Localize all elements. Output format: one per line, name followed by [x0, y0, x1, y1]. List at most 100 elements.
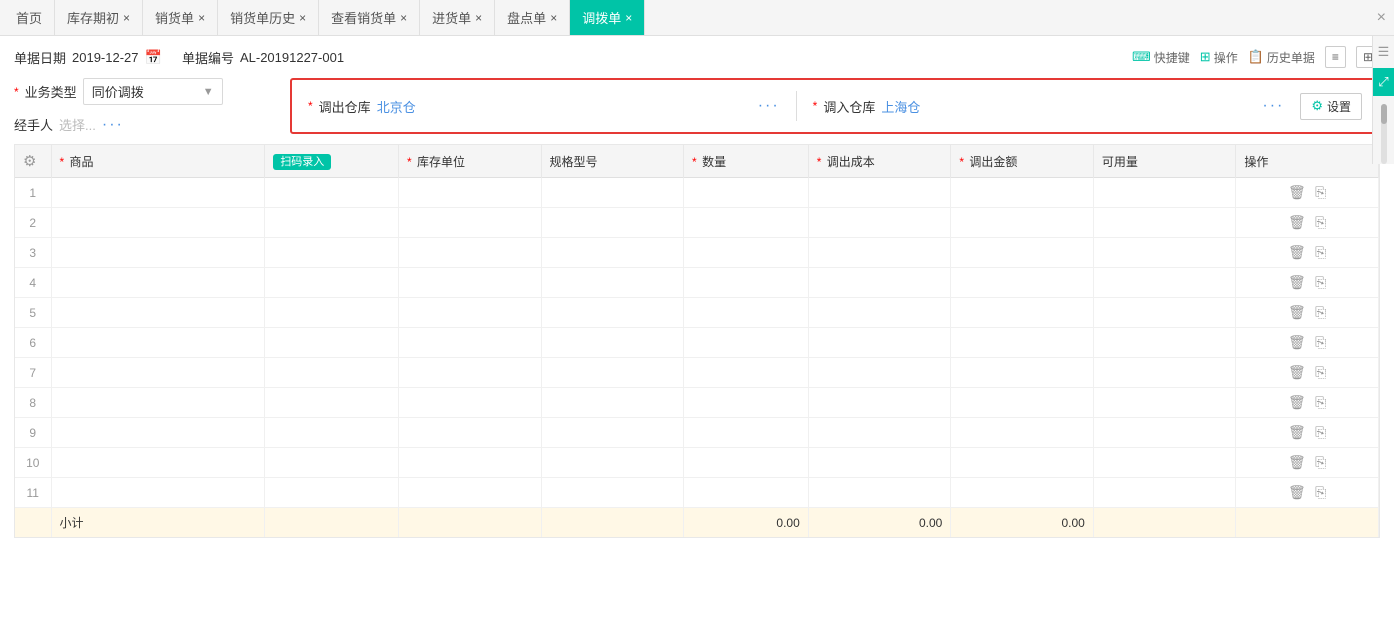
row-product-7[interactable]: [51, 358, 265, 388]
row-qty-6[interactable]: [684, 328, 809, 358]
business-type-select[interactable]: 同价调拨 ▼: [83, 78, 223, 105]
tab-inventory-close[interactable]: ×: [123, 11, 130, 25]
copy-row-btn-3[interactable]: ⎘: [1315, 244, 1326, 260]
row-product-3[interactable]: [51, 238, 265, 268]
tab-stocktake[interactable]: 盘点单 ×: [495, 0, 570, 35]
row-product-10[interactable]: [51, 448, 265, 478]
row-unit-9[interactable]: [398, 418, 541, 448]
row-cost-5[interactable]: [808, 298, 951, 328]
delete-row-btn-2[interactable]: 🗑: [1288, 214, 1306, 230]
delete-row-btn-11[interactable]: 🗑: [1288, 484, 1306, 500]
tab-inventory-init[interactable]: 库存期初 ×: [55, 0, 143, 35]
row-spec-8[interactable]: [541, 388, 684, 418]
row-product-9[interactable]: [51, 418, 265, 448]
window-close-btn[interactable]: ×: [1377, 9, 1386, 27]
row-cost-2[interactable]: [808, 208, 951, 238]
row-amount-2[interactable]: [951, 208, 1094, 238]
row-unit-3[interactable]: [398, 238, 541, 268]
copy-row-btn-6[interactable]: ⎘: [1315, 334, 1326, 350]
row-amount-11[interactable]: [951, 478, 1094, 508]
row-amount-10[interactable]: [951, 448, 1094, 478]
delete-row-btn-4[interactable]: 🗑: [1288, 274, 1306, 290]
row-product-8[interactable]: [51, 388, 265, 418]
row-spec-1[interactable]: [541, 178, 684, 208]
row-product-1[interactable]: [51, 178, 265, 208]
delete-row-btn-1[interactable]: 🗑: [1288, 184, 1306, 200]
delete-row-btn-7[interactable]: 🗑: [1288, 364, 1306, 380]
copy-row-btn-7[interactable]: ⎘: [1315, 364, 1326, 380]
row-spec-9[interactable]: [541, 418, 684, 448]
row-qty-1[interactable]: [684, 178, 809, 208]
row-cost-11[interactable]: [808, 478, 951, 508]
copy-row-btn-1[interactable]: ⎘: [1315, 184, 1326, 200]
row-qty-7[interactable]: [684, 358, 809, 388]
scan-btn[interactable]: 扫码录入: [273, 154, 331, 170]
row-cost-3[interactable]: [808, 238, 951, 268]
row-amount-3[interactable]: [951, 238, 1094, 268]
row-amount-1[interactable]: [951, 178, 1094, 208]
row-spec-6[interactable]: [541, 328, 684, 358]
row-qty-2[interactable]: [684, 208, 809, 238]
history-btn[interactable]: 📋 历史单据: [1248, 49, 1315, 66]
tab-sales-history[interactable]: 销货单历史 ×: [218, 0, 319, 35]
tab-purchase[interactable]: 进货单 ×: [420, 0, 495, 35]
row-amount-7[interactable]: [951, 358, 1094, 388]
row-unit-1[interactable]: [398, 178, 541, 208]
row-cost-9[interactable]: [808, 418, 951, 448]
delete-row-btn-3[interactable]: 🗑: [1288, 244, 1306, 260]
row-cost-1[interactable]: [808, 178, 951, 208]
row-qty-11[interactable]: [684, 478, 809, 508]
out-wh-dots-btn[interactable]: ···: [758, 97, 780, 115]
row-product-6[interactable]: [51, 328, 265, 358]
copy-row-btn-8[interactable]: ⎘: [1315, 394, 1326, 410]
copy-row-btn-2[interactable]: ⎘: [1315, 214, 1326, 230]
person-dots-btn[interactable]: ···: [102, 116, 124, 134]
delete-row-btn-6[interactable]: 🗑: [1288, 334, 1306, 350]
row-cost-8[interactable]: [808, 388, 951, 418]
row-product-11[interactable]: [51, 478, 265, 508]
copy-row-btn-9[interactable]: ⎘: [1315, 424, 1326, 440]
calendar-icon[interactable]: 📅: [145, 49, 162, 66]
row-unit-2[interactable]: [398, 208, 541, 238]
row-amount-9[interactable]: [951, 418, 1094, 448]
row-amount-6[interactable]: [951, 328, 1094, 358]
row-spec-3[interactable]: [541, 238, 684, 268]
person-placeholder[interactable]: 选择...: [59, 115, 96, 134]
delete-row-btn-9[interactable]: 🗑: [1288, 424, 1306, 440]
sidebar-expand-icon[interactable]: ⤢: [1373, 68, 1394, 96]
row-cost-7[interactable]: [808, 358, 951, 388]
tab-transfer-close[interactable]: ×: [625, 11, 632, 25]
layout-btn-1[interactable]: ≡: [1325, 46, 1346, 68]
tab-sales-close[interactable]: ×: [198, 11, 205, 25]
delete-row-btn-5[interactable]: 🗑: [1288, 304, 1306, 320]
tab-sales-order[interactable]: 销货单 ×: [143, 0, 218, 35]
scrollbar-thumb[interactable]: [1381, 104, 1387, 124]
copy-row-btn-4[interactable]: ⎘: [1315, 274, 1326, 290]
tab-view-close[interactable]: ×: [400, 11, 407, 25]
shortcut-btn[interactable]: ⌨ 快捷键: [1132, 49, 1190, 66]
tab-history-close[interactable]: ×: [299, 11, 306, 25]
tab-home[interactable]: 首页: [4, 0, 55, 35]
row-spec-10[interactable]: [541, 448, 684, 478]
settings-button[interactable]: ⚙ 设置: [1300, 93, 1362, 120]
row-unit-11[interactable]: [398, 478, 541, 508]
row-spec-7[interactable]: [541, 358, 684, 388]
delete-row-btn-10[interactable]: 🗑: [1288, 454, 1306, 470]
row-unit-8[interactable]: [398, 388, 541, 418]
copy-row-btn-5[interactable]: ⎘: [1315, 304, 1326, 320]
row-amount-5[interactable]: [951, 298, 1094, 328]
row-spec-11[interactable]: [541, 478, 684, 508]
in-wh-dots-btn[interactable]: ···: [1262, 97, 1284, 115]
row-amount-4[interactable]: [951, 268, 1094, 298]
copy-row-btn-10[interactable]: ⎘: [1315, 454, 1326, 470]
row-spec-5[interactable]: [541, 298, 684, 328]
row-product-5[interactable]: [51, 298, 265, 328]
row-amount-8[interactable]: [951, 388, 1094, 418]
row-product-2[interactable]: [51, 208, 265, 238]
table-settings-icon[interactable]: ⚙: [23, 153, 36, 170]
row-qty-8[interactable]: [684, 388, 809, 418]
row-unit-7[interactable]: [398, 358, 541, 388]
row-cost-6[interactable]: [808, 328, 951, 358]
row-qty-3[interactable]: [684, 238, 809, 268]
row-qty-4[interactable]: [684, 268, 809, 298]
